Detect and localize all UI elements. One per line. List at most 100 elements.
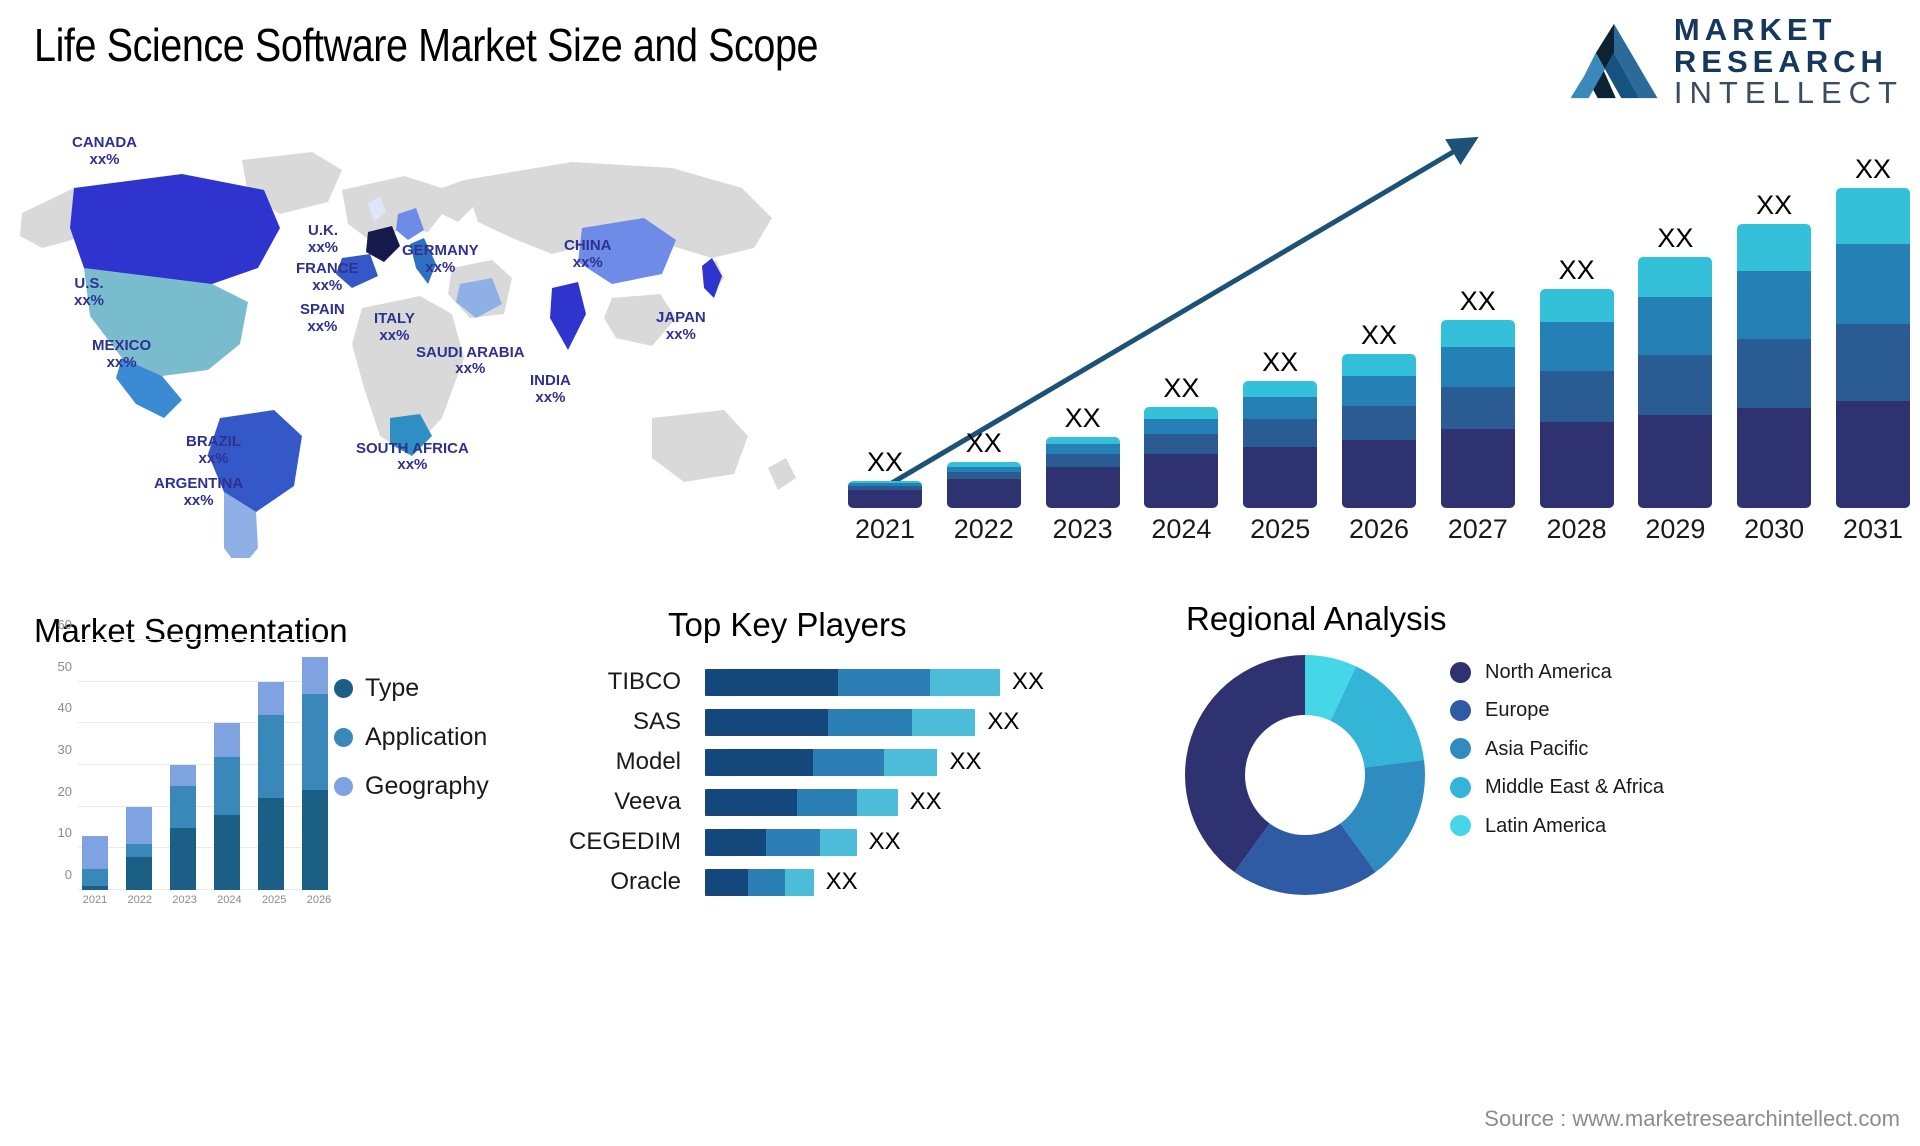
player-value-label: XX [1012, 668, 1045, 695]
segmentation-legend-item[interactable]: Geography [334, 772, 489, 801]
growth-bar [1045, 437, 1120, 508]
regional-legend-item[interactable]: Middle East & Africa [1450, 775, 1664, 799]
regional-legend-label: North America [1485, 661, 1612, 683]
segmentation-bar-segment [170, 827, 196, 890]
growth-bar-segment [1440, 347, 1515, 387]
player-bar-segment [705, 868, 748, 896]
legend-dot-icon [334, 728, 353, 747]
growth-bar-value-label: XX [965, 428, 1002, 459]
map-label-south-africa: SOUTH AFRICA xx% [356, 440, 469, 473]
regional-donut-svg [1185, 655, 1425, 895]
growth-year-label: 2028 [1546, 513, 1607, 544]
growth-bar-segment [1243, 396, 1318, 420]
player-bar-segment [784, 868, 814, 896]
player-row: Veeva XX [520, 782, 1140, 822]
logo-text-intellect: INTELLECT [1673, 75, 1904, 111]
segmentation-bar-segment [302, 656, 328, 695]
segmentation-bars [82, 640, 328, 890]
growth-bar-segment [1144, 407, 1219, 419]
segmentation-y-tick: 30 [57, 742, 72, 757]
player-row: Model XX [520, 742, 1140, 782]
growth-bar-column: XX [946, 428, 1021, 508]
growth-bar-segment [1440, 429, 1515, 508]
growth-bar-segment [1243, 380, 1318, 397]
regional-legend-item[interactable]: Asia Pacific [1450, 737, 1664, 761]
player-value-label: XX [949, 748, 982, 775]
growth-bar-segment [1539, 370, 1614, 423]
player-value-label: XX [987, 708, 1020, 735]
segmentation-bar-segment [126, 856, 152, 890]
growth-bar-segment [1341, 375, 1416, 406]
growth-year-label: 2025 [1250, 513, 1311, 544]
regional-legend-item[interactable]: North America [1450, 660, 1664, 684]
player-bar-segment [766, 828, 820, 856]
player-value-label: XX [909, 788, 942, 815]
map-label-india: INDIA xx% [530, 372, 571, 406]
growth-bar-segment [1440, 320, 1515, 348]
growth-bar-segment [1341, 440, 1416, 508]
segmentation-legend-item[interactable]: Application [334, 723, 489, 752]
player-bar-segment [812, 748, 885, 776]
growth-bar-segment [1045, 437, 1120, 445]
growth-year-label: 2021 [854, 513, 916, 544]
growth-bar-column: XX [1737, 191, 1812, 508]
regional-legend-item[interactable]: Latin America [1450, 814, 1664, 838]
player-name: SAS [632, 708, 681, 735]
player-row: SAS XX [520, 702, 1140, 742]
growth-bar-segment [1045, 467, 1120, 508]
player-bar-segment [705, 788, 798, 816]
growth-bar-segment [1243, 419, 1318, 447]
growth-year-axis: 2021 2022 2023 2024 2025 2026 2027 2028 2029 2030… [848, 510, 1910, 548]
growth-bar-segment [1737, 223, 1812, 271]
segmentation-bar-segment [258, 798, 284, 890]
player-bar-segment [911, 708, 976, 736]
player-name: Oracle [610, 868, 681, 895]
segmentation-bar-segment [126, 806, 152, 845]
growth-bar-segment [1539, 422, 1614, 508]
source-note: Source : www.marketresearchintellect.com [1484, 1106, 1900, 1131]
map-label-canada: CANADA xx% [72, 134, 137, 168]
regional-legend: North America Europe Asia Pacific Middle Ea… [1450, 660, 1664, 838]
regional-legend-item[interactable]: Europe [1450, 698, 1664, 722]
growth-bar-segment [1835, 243, 1910, 324]
growth-bar-value-label: XX [1657, 222, 1694, 253]
growth-bar-value-label: XX [1558, 255, 1595, 286]
growth-bar [1144, 407, 1219, 508]
player-row: TIBCO XX [520, 662, 1140, 702]
growth-bar [1539, 289, 1614, 508]
legend-dot-icon [1450, 661, 1471, 683]
growth-bar-column: XX [1144, 373, 1219, 508]
top-key-players-chart: TIBCO XX SAS XX Model XX Veeva XX CEGEDIM XX Oracl… [520, 612, 1140, 912]
players-rows: TIBCO XX SAS XX Model XX Veeva XX CEGEDIM XX Oracl… [520, 662, 1140, 902]
growth-bar-value-label: XX [1163, 373, 1200, 404]
legend-dot-icon [334, 777, 353, 796]
segmentation-bar-segment [82, 835, 108, 870]
map-label-france: FRANCE xx% [296, 260, 359, 294]
growth-bar-segment [1144, 454, 1219, 508]
segmentation-y-tick: 50 [57, 658, 72, 674]
growth-bar-segment [1440, 386, 1515, 430]
growth-bar-segment [1737, 408, 1812, 508]
growth-bar [848, 480, 922, 508]
growth-bar [1835, 188, 1910, 508]
segmentation-legend-item[interactable]: Type [334, 674, 489, 703]
growth-bar [946, 462, 1021, 508]
segmentation-legend-label: Geography [365, 772, 489, 800]
legend-dot-icon [1450, 815, 1471, 837]
growth-bar-column: XX [1835, 156, 1910, 508]
growth-bar-column: XX [1341, 322, 1416, 508]
growth-bars-container: XX XX XX XX XX XX XX XX XX XX XX [848, 150, 1910, 508]
growth-bar [1737, 223, 1812, 508]
segmentation-x-label: 2022 [127, 894, 153, 906]
segmentation-x-label: 2021 [82, 894, 108, 906]
segmentation-bar-segment [214, 756, 240, 816]
growth-bar-segment [1341, 405, 1416, 441]
growth-year-label: 2026 [1348, 513, 1410, 544]
growth-bar-segment [1638, 296, 1713, 356]
growth-bar-segment [1243, 446, 1318, 508]
legend-dot-icon [1450, 700, 1471, 722]
growth-bar-column: XX [1638, 222, 1713, 508]
page-title: Life Science Software Market Size and Sc… [34, 19, 819, 71]
player-name: Model [615, 748, 681, 775]
legend-dot-icon [334, 679, 353, 698]
